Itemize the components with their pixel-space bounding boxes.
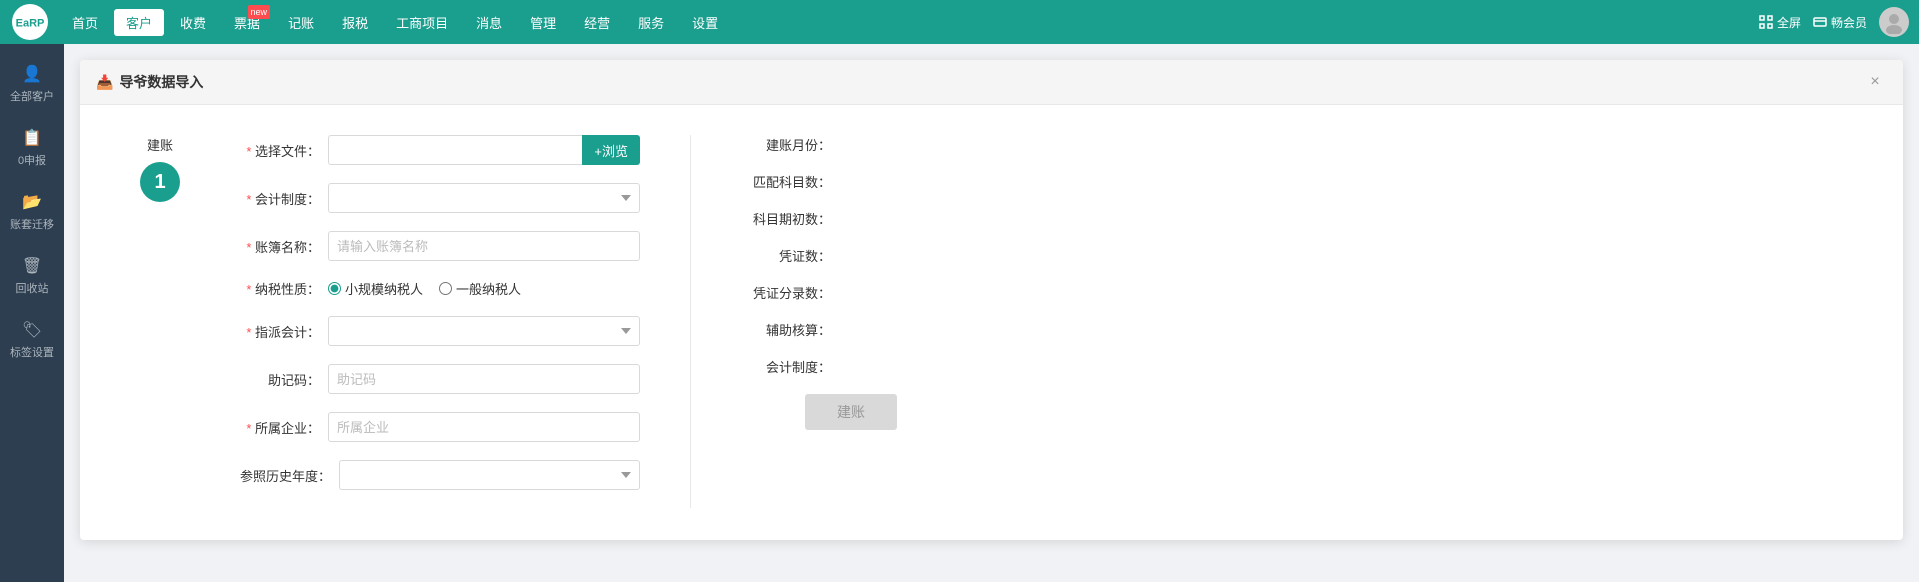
step-label: 建账 xyxy=(147,135,173,154)
nav-item-1[interactable]: 客户 xyxy=(114,9,164,36)
form-row-mnemonic: 助记码： xyxy=(240,364,640,394)
form-row-enterprise: 所属企业： xyxy=(240,412,640,442)
info-label-entry: 凭证分录数： xyxy=(741,283,831,302)
sidebar: 👤全部客户📋0申报📂账套迁移🗑回收站🏷标签设置 xyxy=(0,44,64,582)
nav-item-4[interactable]: 记账 xyxy=(276,9,326,36)
nav-item-8[interactable]: 管理 xyxy=(518,9,568,36)
dialog-title: 📥 导爷数据导入 xyxy=(96,72,203,92)
info-label-aux: 辅助核算： xyxy=(741,320,831,339)
info-row-match: 匹配科目数： xyxy=(741,172,961,191)
sidebar-icon-0: 👤 xyxy=(22,64,42,84)
history-select[interactable] xyxy=(339,460,640,490)
step-circle: 1 xyxy=(140,162,180,202)
label-accountant: 指派会计： xyxy=(240,322,320,341)
form-row-history: 参照历史年度： xyxy=(240,460,640,490)
layout: 👤全部客户📋0申报📂账套迁移🗑回收站🏷标签设置 📥 导爷数据导入 × 建账 1 xyxy=(0,44,1919,582)
fullscreen-btn[interactable]: 全屏 xyxy=(1759,14,1801,31)
info-row-entry: 凭证分录数： xyxy=(741,283,961,302)
nav-item-10[interactable]: 服务 xyxy=(626,9,676,36)
mnemonic-input[interactable] xyxy=(328,364,640,394)
dialog-title-text: 导爷数据导入 xyxy=(119,72,203,92)
nav-items: 首页客户收费票据new记账报税工商项目消息管理经营服务设置 xyxy=(60,9,1759,36)
step-section: 建账 1 xyxy=(120,135,200,508)
sidebar-item-2[interactable]: 📂账套迁移 xyxy=(0,182,64,242)
radio-general[interactable]: 一般纳税人 xyxy=(439,279,521,298)
top-nav: EaRP 首页客户收费票据new记账报税工商项目消息管理经营服务设置 全屏 畅会… xyxy=(0,0,1919,44)
info-label-match: 匹配科目数： xyxy=(741,172,831,191)
nav-item-5[interactable]: 报税 xyxy=(330,9,380,36)
info-label-month: 建账月份： xyxy=(741,135,831,154)
nav-item-6[interactable]: 工商项目 xyxy=(384,9,460,36)
file-text-input[interactable] xyxy=(328,135,582,165)
info-row-month: 建账月份： xyxy=(741,135,961,154)
dialog: 📥 导爷数据导入 × 建账 1 选择文件： xyxy=(80,60,1903,540)
avatar[interactable] xyxy=(1879,7,1909,37)
label-tax-type: 纳税性质： xyxy=(240,279,320,298)
fullscreen-label: 全屏 xyxy=(1777,14,1801,31)
svg-text:EaRP: EaRP xyxy=(16,18,45,30)
browse-btn[interactable]: +浏览 xyxy=(582,135,640,165)
form-row-accounting: 会计制度： xyxy=(240,183,640,213)
enterprise-input[interactable] xyxy=(328,412,640,442)
account-name-input[interactable] xyxy=(328,231,640,261)
form-row-accountant: 指派会计： xyxy=(240,316,640,346)
sidebar-item-1[interactable]: 📋0申报 xyxy=(0,118,64,178)
sidebar-item-3[interactable]: 🗑回收站 xyxy=(0,246,64,306)
info-label-voucher: 凭证数： xyxy=(741,246,831,265)
form-row-file: 选择文件： +浏览 xyxy=(240,135,640,165)
nav-item-7[interactable]: 消息 xyxy=(464,9,514,36)
nav-right: 全屏 畅会员 xyxy=(1759,7,1909,37)
member-btn[interactable]: 畅会员 xyxy=(1813,14,1867,31)
jian-zhang-btn[interactable]: 建账 xyxy=(805,394,897,430)
form-row-tax-type: 纳税性质： 小规模纳税人 一般纳税人 xyxy=(240,279,640,298)
section-divider xyxy=(690,135,691,508)
dialog-title-icon: 📥 xyxy=(96,74,113,91)
nav-item-2[interactable]: 收费 xyxy=(168,9,218,36)
nav-item-3[interactable]: 票据new xyxy=(222,9,272,36)
sidebar-item-4[interactable]: 🏷标签设置 xyxy=(0,310,64,370)
accounting-select[interactable] xyxy=(328,183,640,213)
nav-item-11[interactable]: 设置 xyxy=(680,9,730,36)
info-label-accounting-system: 会计制度： xyxy=(741,357,831,376)
sidebar-item-0[interactable]: 👤全部客户 xyxy=(0,54,64,114)
dialog-body: 建账 1 选择文件： +浏览 会计制度： xyxy=(80,105,1903,538)
label-history: 参照历史年度： xyxy=(240,466,331,485)
info-row-voucher: 凭证数： xyxy=(741,246,961,265)
logo[interactable]: EaRP xyxy=(10,2,50,42)
label-mnemonic: 助记码： xyxy=(240,370,320,389)
label-file: 选择文件： xyxy=(240,141,320,160)
info-section: 建账月份： 匹配科目数： 科目期初数： 凭证数： xyxy=(741,135,961,508)
dialog-close-btn[interactable]: × xyxy=(1863,70,1887,94)
file-input-row: +浏览 xyxy=(328,135,640,165)
info-row-initial: 科目期初数： xyxy=(741,209,961,228)
main-content: 📥 导爷数据导入 × 建账 1 选择文件： xyxy=(64,44,1919,582)
form-row-account-name: 账簿名称： xyxy=(240,231,640,261)
info-label-initial: 科目期初数： xyxy=(741,209,831,228)
nav-item-0[interactable]: 首页 xyxy=(60,9,110,36)
label-enterprise: 所属企业： xyxy=(240,418,320,437)
nav-item-9[interactable]: 经营 xyxy=(572,9,622,36)
info-row-accounting-system: 会计制度： xyxy=(741,357,961,376)
info-row-aux: 辅助核算： xyxy=(741,320,961,339)
sidebar-icon-1: 📋 xyxy=(22,128,42,148)
sidebar-icon-3: 🗑 xyxy=(22,256,42,276)
member-label: 畅会员 xyxy=(1831,14,1867,31)
radio-small-scale[interactable]: 小规模纳税人 xyxy=(328,279,423,298)
sidebar-icon-4: 🏷 xyxy=(22,320,42,340)
label-accounting: 会计制度： xyxy=(240,189,320,208)
dialog-header: 📥 导爷数据导入 × xyxy=(80,60,1903,105)
accountant-select[interactable] xyxy=(328,316,640,346)
radio-group-tax: 小规模纳税人 一般纳税人 xyxy=(328,279,640,298)
label-account-name: 账簿名称： xyxy=(240,237,320,256)
form-section: 选择文件： +浏览 会计制度： xyxy=(240,135,640,508)
sidebar-icon-2: 📂 xyxy=(22,192,42,212)
